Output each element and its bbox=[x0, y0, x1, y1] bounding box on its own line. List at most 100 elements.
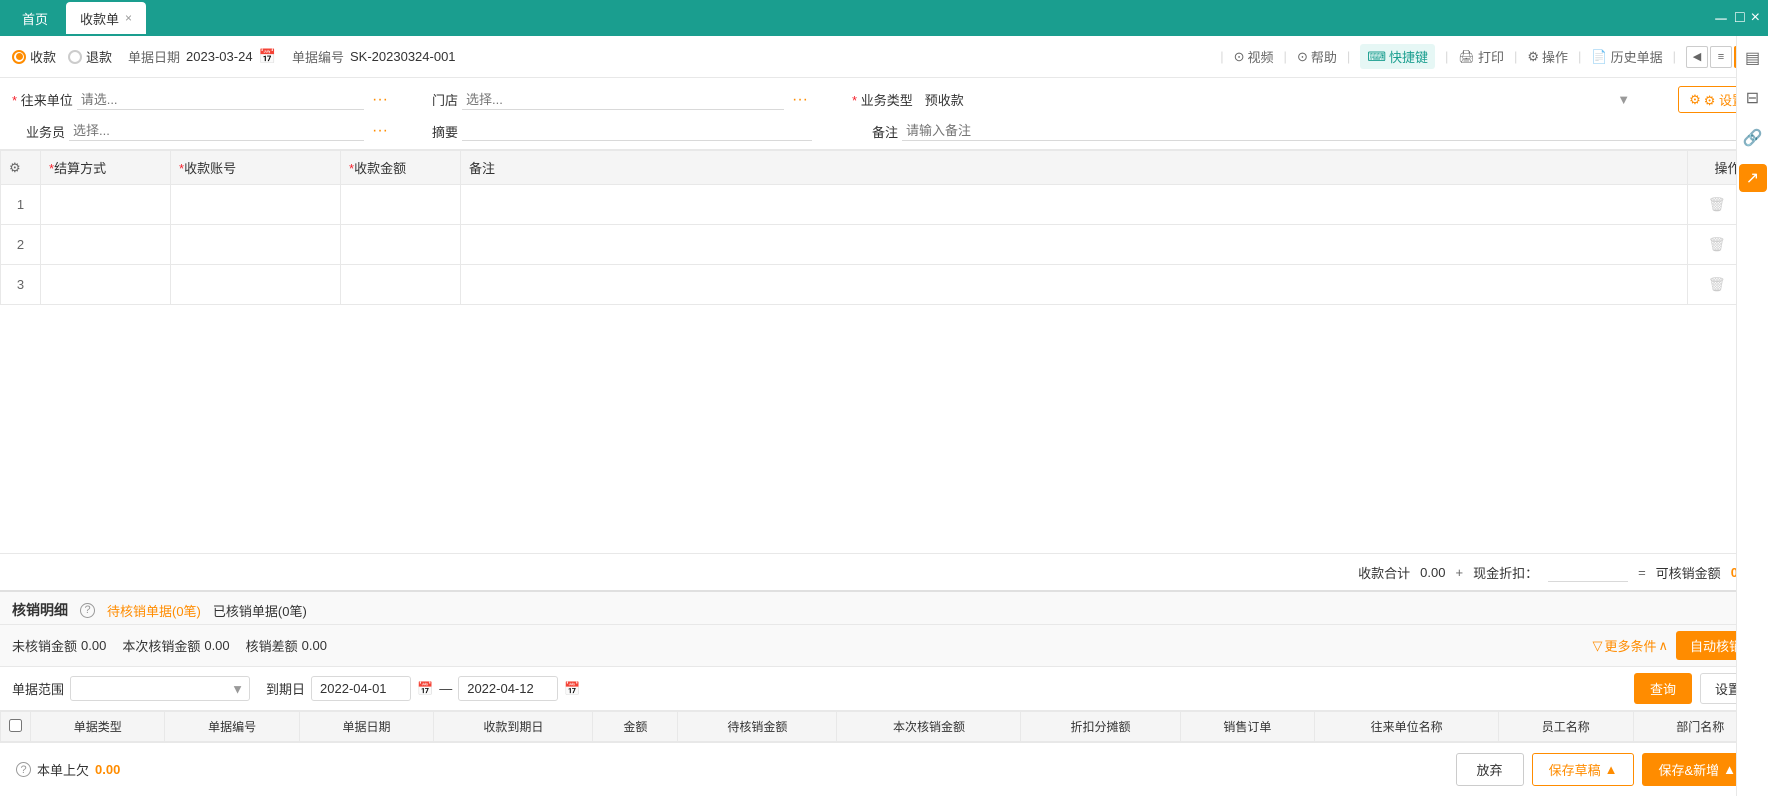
print-btn[interactable]: 🖨 打印 bbox=[1458, 47, 1504, 66]
sidebar-minus-icon[interactable]: ⊟ bbox=[1739, 84, 1767, 112]
row1-amount[interactable] bbox=[341, 185, 461, 225]
calendar-from-icon[interactable]: 📅 bbox=[417, 681, 433, 697]
filter-row: 未核销金额 0.00 本次核销金额 0.00 核销差额 0.00 ▽ 更多条件 … bbox=[0, 625, 1768, 667]
form-area: * 往来单位 ··· 门店 ··· * 业务类型 预收款 ▼ ⚙ ⚙ 设置 bbox=[0, 78, 1768, 150]
biz-type-arrow[interactable]: ▼ bbox=[1617, 92, 1638, 107]
range-select[interactable] bbox=[70, 676, 250, 701]
row2-delete-icon[interactable]: 🗑 bbox=[1705, 236, 1729, 252]
table-scroll[interactable]: ⚙ *结算方式 *收款账号 *收款金额 备注 bbox=[0, 150, 1768, 553]
summary-input[interactable] bbox=[462, 121, 812, 141]
refund-radio-dot bbox=[68, 50, 82, 64]
col-discount-header: 折扣分摊额 bbox=[1021, 712, 1180, 742]
toolbar: 收款 退款 单据日期 2023-03-24 📅 单据编号 SK-20230324… bbox=[0, 36, 1768, 78]
sidebar-expand-icon[interactable]: ↗ bbox=[1739, 164, 1767, 192]
row3-remark[interactable] bbox=[461, 265, 1688, 305]
row2-settle[interactable] bbox=[41, 225, 171, 265]
video-icon: ⊙ bbox=[1234, 49, 1245, 65]
print-label: 打印 bbox=[1478, 47, 1504, 66]
row3-delete-icon[interactable]: 🗑 bbox=[1705, 276, 1729, 292]
info-icon[interactable]: ? bbox=[80, 603, 95, 618]
counterpart-more-btn[interactable]: ··· bbox=[368, 91, 392, 109]
list-view-icon[interactable]: ≡ bbox=[1710, 46, 1732, 68]
help-label: 帮助 bbox=[1311, 47, 1337, 66]
abandon-btn[interactable]: 放弃 bbox=[1456, 753, 1524, 786]
window-close-btn[interactable]: × bbox=[1751, 9, 1760, 27]
shop-input[interactable] bbox=[462, 90, 784, 110]
row1-delete-icon[interactable]: 🗑 bbox=[1705, 196, 1729, 212]
row-num-3: 3 bbox=[1, 265, 41, 305]
date-to-input[interactable] bbox=[458, 676, 558, 701]
done-tab[interactable]: 已核销单据(0笔) bbox=[213, 601, 307, 620]
row3-account[interactable] bbox=[171, 265, 341, 305]
date-range: 到期日 📅 — 📅 bbox=[266, 676, 580, 701]
range-field: 单据范围 ▼ bbox=[12, 676, 250, 701]
staff-input[interactable] bbox=[69, 121, 364, 141]
col-staff-header: 员工名称 bbox=[1499, 712, 1633, 742]
shortcut-label: 快捷键 bbox=[1389, 47, 1428, 66]
tab-receipt[interactable]: 收款单 × bbox=[66, 2, 146, 34]
row1-account[interactable] bbox=[171, 185, 341, 225]
video-btn[interactable]: ⊙ 视频 bbox=[1234, 47, 1274, 66]
row3-amount[interactable] bbox=[341, 265, 461, 305]
more-conditions-btn[interactable]: ▽ 更多条件 ∧ bbox=[1592, 636, 1668, 655]
col-type-header: 单据类型 bbox=[31, 712, 165, 742]
shop-more-btn[interactable]: ··· bbox=[788, 91, 812, 109]
history-btn[interactable]: 📄 历史单据 bbox=[1591, 47, 1662, 66]
calendar-icon[interactable]: 📅 bbox=[259, 48, 276, 65]
col-pending-header: 待核销金额 bbox=[678, 712, 837, 742]
bottom-section: 核销明细 ? 待核销单据(0笔) 已核销单据(0笔) 未核销金额 0.00 本次… bbox=[0, 590, 1768, 742]
row2-remark[interactable] bbox=[461, 225, 1688, 265]
receipt-radio[interactable]: 收款 bbox=[12, 47, 56, 66]
col-counterpart-header: 往来单位名称 bbox=[1315, 712, 1499, 742]
sidebar-link-icon[interactable]: 🔗 bbox=[1739, 124, 1767, 152]
tab-home[interactable]: 首页 bbox=[8, 2, 62, 34]
discount-input[interactable] bbox=[1548, 562, 1628, 582]
save-new-label: 保存&新增 bbox=[1658, 760, 1719, 779]
col-settle-header: *结算方式 bbox=[41, 151, 171, 185]
remark-input[interactable] bbox=[902, 121, 1756, 141]
pending-tab[interactable]: 待核销单据(0笔) bbox=[107, 601, 201, 620]
this-slip-value: 0.00 bbox=[95, 762, 120, 777]
prev-icon[interactable]: ◀ bbox=[1686, 46, 1708, 68]
result-label: 可核销金额 bbox=[1656, 563, 1721, 582]
operation-btn[interactable]: ⚙ 操作 bbox=[1527, 47, 1568, 66]
tab-close-icon[interactable]: × bbox=[125, 11, 132, 25]
tab-bar-left: 首页 收款单 × bbox=[8, 2, 146, 34]
footer-info-icon[interactable]: ? bbox=[16, 762, 31, 777]
range-select-wrapper: ▼ bbox=[70, 676, 250, 701]
col-settings[interactable]: ⚙ bbox=[1, 151, 41, 185]
row2-account[interactable] bbox=[171, 225, 341, 265]
history-icon: 📄 bbox=[1591, 49, 1607, 65]
select-all-checkbox[interactable] bbox=[9, 719, 22, 732]
row1-remark[interactable] bbox=[461, 185, 1688, 225]
col-check[interactable] bbox=[1, 712, 31, 742]
operation-label: 操作 bbox=[1542, 47, 1568, 66]
remark-field: 备注 bbox=[852, 121, 1756, 141]
tab-receipt-label: 收款单 bbox=[80, 9, 119, 28]
data-table: ⚙ *结算方式 *收款账号 *收款金额 备注 bbox=[0, 150, 1768, 305]
staff-more-btn[interactable]: ··· bbox=[368, 122, 392, 140]
calendar-to-icon[interactable]: 📅 bbox=[564, 681, 580, 697]
sidebar-table-icon[interactable]: ▤ bbox=[1739, 44, 1767, 72]
biz-type-field: * 业务类型 预收款 ▼ bbox=[852, 90, 1638, 109]
shop-label: 门店 bbox=[432, 90, 458, 109]
window-maximize-btn[interactable]: □ bbox=[1735, 9, 1745, 27]
row2-amount[interactable] bbox=[341, 225, 461, 265]
counterpart-input[interactable] bbox=[77, 90, 364, 110]
save-draft-btn[interactable]: 保存草稿 ▲ bbox=[1532, 753, 1635, 786]
window-minimize-btn[interactable]: － bbox=[1713, 6, 1729, 30]
row3-settle[interactable] bbox=[41, 265, 171, 305]
row1-settle[interactable] bbox=[41, 185, 171, 225]
table-footer: 收款合计 0.00 + 现金折扣： = 可核销金额 0.00 bbox=[0, 553, 1768, 590]
refund-radio[interactable]: 退款 bbox=[68, 47, 112, 66]
shortcut-btn[interactable]: ⌨ 快捷键 bbox=[1360, 44, 1435, 69]
print-icon: 🖨 bbox=[1458, 49, 1475, 65]
footer-left: ? 本单上欠 0.00 bbox=[16, 760, 120, 779]
biz-type-label: * 业务类型 bbox=[852, 90, 913, 109]
help-btn[interactable]: ⊙ 帮助 bbox=[1297, 47, 1337, 66]
table-gear-icon[interactable]: ⚙ bbox=[9, 160, 21, 175]
query-btn[interactable]: 查询 bbox=[1634, 673, 1692, 704]
sep7: | bbox=[1673, 49, 1676, 64]
table-row: 3 🗑 ⊕ bbox=[1, 265, 1768, 305]
date-from-input[interactable] bbox=[311, 676, 411, 701]
